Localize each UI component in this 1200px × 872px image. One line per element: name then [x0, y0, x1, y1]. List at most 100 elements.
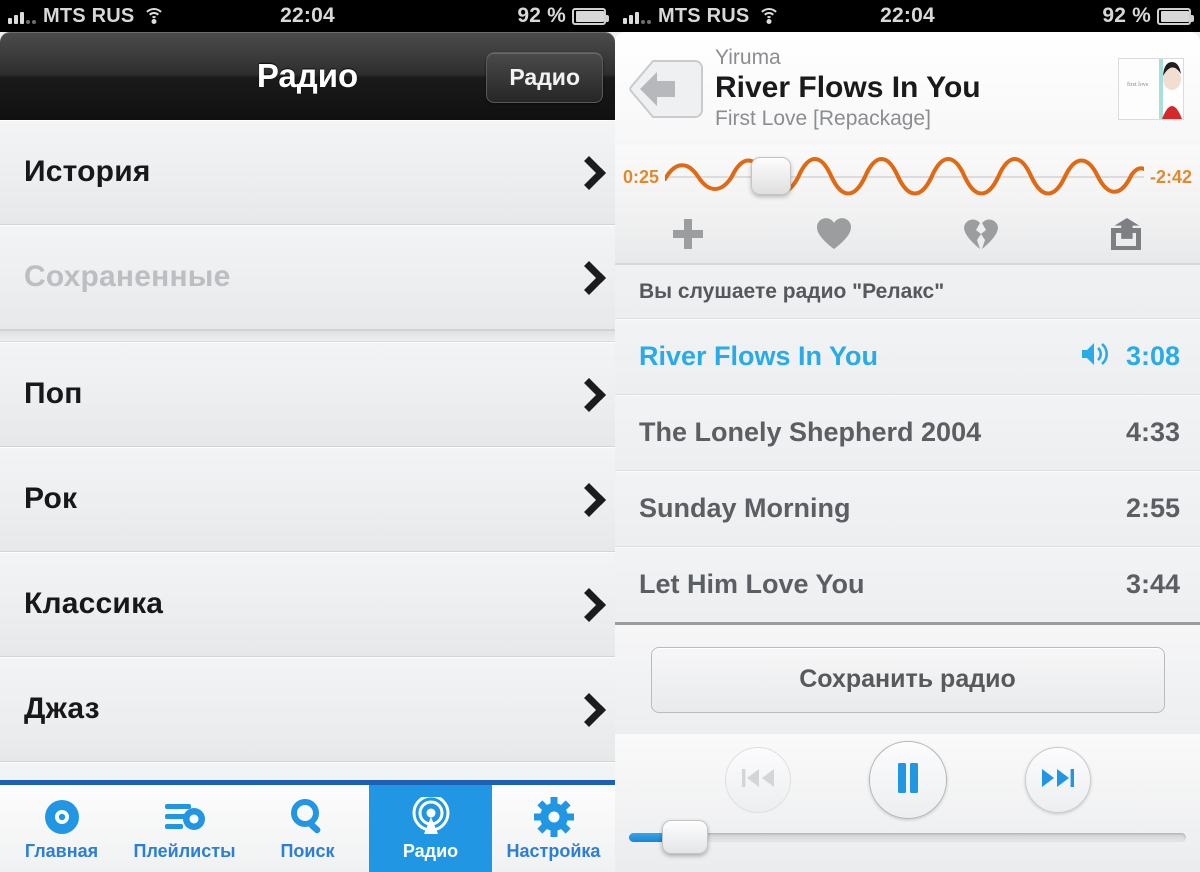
search-icon: [288, 796, 328, 838]
gear-icon: [533, 796, 574, 838]
speaker-icon: [1080, 341, 1110, 372]
heart-icon: [816, 217, 852, 255]
play-pause-button[interactable]: [868, 741, 947, 819]
table-row[interactable]: Sunday Morning 2:55: [615, 470, 1200, 546]
track-duration: 2:55: [1125, 493, 1180, 523]
tab-radio[interactable]: Радио: [369, 785, 492, 872]
scrubber-handle[interactable]: [751, 157, 792, 195]
chevron-right-icon: [577, 587, 597, 621]
disc-icon: [42, 796, 82, 838]
list-item-jazz[interactable]: Джаз: [0, 657, 615, 762]
page-title: Радио: [256, 57, 359, 94]
artist-label: Yiruma: [715, 45, 781, 69]
list-item-folk[interactable]: Фолк: [0, 762, 615, 780]
previous-track-icon: [741, 765, 775, 796]
chevron-right-icon: [577, 155, 597, 189]
track-name: The Lonely Shepherd 2004: [639, 417, 982, 447]
back-arrow-icon[interactable]: [629, 59, 703, 119]
volume-knob[interactable]: [662, 820, 709, 854]
save-radio-button[interactable]: Сохранить радио: [650, 646, 1165, 713]
album-art-thumbnail: first love: [1118, 57, 1184, 120]
track-duration: 4:33: [1125, 417, 1180, 447]
right-phone-panel: MTS RUS 22:04 92 % Yiruma River Flows In…: [615, 0, 1200, 872]
list-item-label: Рок: [24, 482, 78, 515]
chevron-right-icon: [577, 377, 597, 411]
battery-icon: [572, 7, 609, 25]
like-button[interactable]: [761, 209, 907, 263]
track-row-right: 3:44: [1126, 569, 1180, 600]
list-item-classic[interactable]: Классика: [0, 552, 615, 657]
share-icon: [1109, 217, 1145, 255]
album-label: First Love [Repackage]: [715, 106, 931, 130]
table-row[interactable]: Let Him Love You 3:44: [615, 546, 1200, 622]
scrubber-bar[interactable]: 0:25 -2:42: [615, 145, 1200, 209]
list-item-label: Классика: [24, 587, 164, 620]
tab-label: Радио: [402, 840, 459, 861]
table-row[interactable]: The Lonely Shepherd 2004 4:33: [615, 394, 1200, 470]
tab-bar: Главная Плейлисты Поиск Радио Настройка: [0, 780, 615, 872]
status-bar-clock: 22:04: [280, 4, 335, 27]
dislike-button[interactable]: [908, 209, 1054, 263]
waveform-graphic: [665, 157, 1144, 196]
section-divider: [0, 330, 615, 342]
tab-label: Настройка: [506, 840, 601, 861]
track-row-right: 4:33: [1126, 417, 1180, 448]
left-phone-panel: MTS RUS 22:04 92 % Радио Радио История С…: [0, 0, 615, 872]
transport-controls: [615, 734, 1200, 872]
list-item-label: Поп: [24, 377, 83, 410]
broken-heart-icon: [963, 217, 999, 255]
track-list: River Flows In You 3:08 The Lonely Sheph…: [615, 318, 1200, 622]
chevron-right-icon: [577, 260, 597, 294]
save-radio-zone: Сохранить радио: [615, 622, 1200, 734]
status-bar-clock: 22:04: [880, 4, 935, 27]
genre-list[interactable]: История Сохраненные Поп Рок Классика Джа…: [0, 120, 615, 780]
left-navigation-bar: Радио Радио: [0, 32, 615, 120]
list-item-rock[interactable]: Рок: [0, 447, 615, 552]
volume-slider[interactable]: [629, 820, 1186, 854]
elapsed-time-label: 0:25: [623, 166, 660, 187]
track-row-right: 2:55: [1126, 493, 1180, 524]
volume-track: [629, 832, 1186, 842]
previous-track-button[interactable]: [724, 747, 791, 813]
tab-settings[interactable]: Настройка: [492, 785, 615, 872]
chevron-right-icon: [577, 482, 597, 516]
battery-icon: [1157, 7, 1194, 25]
radio-broadcast-icon: [411, 796, 451, 838]
list-item-label: Сохраненные: [24, 260, 231, 293]
list-item-label: История: [24, 155, 151, 188]
list-item-pop[interactable]: Поп: [0, 342, 615, 447]
list-item-saved[interactable]: Сохраненные: [0, 225, 615, 330]
track-name: River Flows In You: [639, 341, 879, 371]
tab-label: Плейлисты: [133, 840, 236, 861]
tab-label: Поиск: [280, 840, 335, 861]
nav-radio-button[interactable]: Радио: [486, 52, 615, 103]
track-actions-bar: [615, 209, 1200, 265]
track-name: Sunday Morning: [639, 493, 851, 523]
tab-label: Главная: [24, 840, 99, 861]
remaining-time-label: -2:42: [1149, 166, 1192, 187]
now-playing-header: Yiruma River Flows In You First Love [Re…: [615, 32, 1200, 145]
track-duration: 3:44: [1125, 569, 1180, 599]
list-item-history[interactable]: История: [0, 120, 615, 225]
listening-status: Вы слушаете радио "Релакс": [615, 265, 1200, 318]
waveform[interactable]: [665, 147, 1144, 207]
add-to-playlist-button[interactable]: [615, 209, 761, 263]
next-track-button[interactable]: [1024, 747, 1091, 813]
track-row-right: 3:08: [1080, 341, 1180, 372]
status-bar-left: MTS RUS 22:04 92 %: [0, 0, 615, 32]
track-duration: 3:08: [1125, 341, 1180, 371]
list-item-label: Джаз: [24, 692, 100, 725]
share-button[interactable]: [1054, 209, 1200, 263]
table-row[interactable]: River Flows In You 3:08: [615, 318, 1200, 394]
tab-search[interactable]: Поиск: [246, 785, 369, 872]
tab-playlists[interactable]: Плейлисты: [123, 785, 246, 872]
svg-text:first love: first love: [1127, 81, 1149, 88]
tab-home[interactable]: Главная: [0, 785, 123, 872]
now-playing-meta: Yiruma River Flows In You First Love [Re…: [715, 46, 1118, 131]
playlist-icon: [163, 796, 207, 838]
screenshot-root: MTS RUS 22:04 92 % Радио Радио История С…: [0, 0, 1200, 872]
status-bar-right: MTS RUS 22:04 92 %: [615, 0, 1200, 32]
pause-icon: [895, 762, 921, 798]
track-name: Let Him Love You: [639, 569, 865, 599]
chevron-right-icon: [577, 692, 597, 726]
